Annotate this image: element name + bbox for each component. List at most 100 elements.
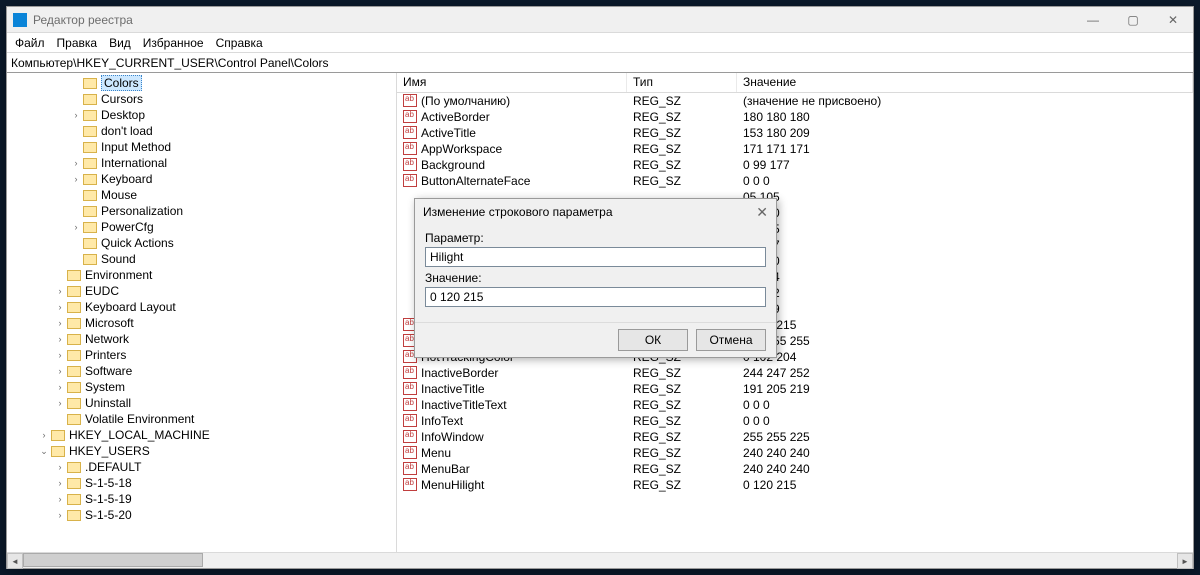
list-row[interactable]: InactiveTitleREG_SZ191 205 219 bbox=[397, 381, 1193, 397]
tree-item[interactable]: ›S-1-5-20 bbox=[7, 507, 396, 523]
list-row[interactable]: ActiveTitleREG_SZ153 180 209 bbox=[397, 125, 1193, 141]
list-row[interactable]: InfoTextREG_SZ0 0 0 bbox=[397, 413, 1193, 429]
chevron-icon[interactable]: › bbox=[55, 462, 65, 472]
scroll-left-icon[interactable]: ◄ bbox=[7, 553, 23, 569]
col-name[interactable]: Имя bbox=[397, 73, 627, 92]
list-row[interactable]: ActiveBorderREG_SZ180 180 180 bbox=[397, 109, 1193, 125]
ok-button[interactable]: ОК bbox=[618, 329, 688, 351]
chevron-icon[interactable]: › bbox=[55, 382, 65, 392]
scroll-thumb[interactable] bbox=[23, 553, 203, 567]
menu-Справка[interactable]: Справка bbox=[216, 36, 263, 50]
cell-type: REG_SZ bbox=[627, 174, 737, 188]
maximize-button[interactable]: ▢ bbox=[1113, 7, 1153, 33]
tree-item[interactable]: don't load bbox=[7, 123, 396, 139]
scroll-track[interactable] bbox=[23, 553, 1177, 568]
cell-type: REG_SZ bbox=[627, 478, 737, 492]
chevron-icon[interactable]: › bbox=[55, 318, 65, 328]
list-row[interactable]: InactiveBorderREG_SZ244 247 252 bbox=[397, 365, 1193, 381]
folder-icon bbox=[67, 510, 81, 521]
menu-Вид[interactable]: Вид bbox=[109, 36, 131, 50]
close-button[interactable]: ✕ bbox=[1153, 7, 1193, 33]
chevron-icon[interactable]: › bbox=[71, 158, 81, 168]
tree-item[interactable]: ›HKEY_LOCAL_MACHINE bbox=[7, 427, 396, 443]
chevron-icon[interactable]: › bbox=[55, 286, 65, 296]
chevron-icon[interactable]: › bbox=[55, 334, 65, 344]
tree-item[interactable]: Mouse bbox=[7, 187, 396, 203]
list-row[interactable]: ButtonAlternateFaceREG_SZ0 0 0 bbox=[397, 173, 1193, 189]
cell-value: (значение не присвоено) bbox=[737, 94, 1193, 108]
chevron-icon[interactable]: › bbox=[55, 302, 65, 312]
tree-item[interactable]: › PowerCfg bbox=[7, 219, 396, 235]
chevron-icon[interactable]: › bbox=[71, 222, 81, 232]
tree-item[interactable]: Input Method bbox=[7, 139, 396, 155]
tree-item[interactable]: ›International bbox=[7, 155, 396, 171]
folder-icon bbox=[83, 158, 97, 169]
tree-item[interactable]: Sound bbox=[7, 251, 396, 267]
tree-item[interactable]: Volatile Environment bbox=[7, 411, 396, 427]
tree-label: HKEY_USERS bbox=[69, 444, 150, 458]
folder-icon bbox=[67, 286, 81, 297]
tree-item[interactable]: Quick Actions bbox=[7, 235, 396, 251]
cancel-button[interactable]: Отмена bbox=[696, 329, 766, 351]
tree-item[interactable]: ›.DEFAULT bbox=[7, 459, 396, 475]
tree-item[interactable]: Colors bbox=[7, 75, 396, 91]
menu-Файл[interactable]: Файл bbox=[15, 36, 45, 50]
cell-name: AppWorkspace bbox=[421, 142, 502, 156]
tree-label: PowerCfg bbox=[101, 220, 154, 234]
cell-value: 0 120 215 bbox=[737, 478, 1193, 492]
address-bar[interactable]: Компьютер\HKEY_CURRENT_USER\Control Pane… bbox=[7, 53, 1193, 73]
scroll-right-icon[interactable]: ► bbox=[1177, 553, 1193, 569]
tree-item[interactable]: ›S-1-5-19 bbox=[7, 491, 396, 507]
cell-value: 60 160 bbox=[737, 254, 1193, 268]
list-row[interactable]: BackgroundREG_SZ0 99 177 bbox=[397, 157, 1193, 173]
chevron-icon[interactable]: › bbox=[55, 350, 65, 360]
tree-label: Sound bbox=[101, 252, 136, 266]
list-row[interactable]: MenuHilightREG_SZ0 120 215 bbox=[397, 477, 1193, 493]
chevron-icon[interactable]: › bbox=[71, 174, 81, 184]
string-icon bbox=[403, 414, 417, 427]
tree-item[interactable]: ›Printers bbox=[7, 347, 396, 363]
chevron-icon[interactable]: › bbox=[55, 494, 65, 504]
dialog-close-icon[interactable]: ✕ bbox=[756, 204, 768, 221]
list-row[interactable]: InfoWindowREG_SZ255 255 225 bbox=[397, 429, 1193, 445]
tree-item[interactable]: ›Software bbox=[7, 363, 396, 379]
col-type[interactable]: Тип bbox=[627, 73, 737, 92]
chevron-icon[interactable]: › bbox=[39, 430, 49, 440]
tree-item[interactable]: ›EUDC bbox=[7, 283, 396, 299]
chevron-icon[interactable]: › bbox=[71, 110, 81, 120]
list-row[interactable]: MenuBarREG_SZ240 240 240 bbox=[397, 461, 1193, 477]
menu-Правка[interactable]: Правка bbox=[57, 36, 98, 50]
list-row[interactable]: (По умолчанию)REG_SZ(значение не присвое… bbox=[397, 93, 1193, 109]
tree-item[interactable]: ›System bbox=[7, 379, 396, 395]
tree-item[interactable]: ›Uninstall bbox=[7, 395, 396, 411]
chevron-icon[interactable]: ⌄ bbox=[39, 446, 49, 457]
tree-item[interactable]: ›Keyboard Layout bbox=[7, 299, 396, 315]
tree-item[interactable]: ›Microsoft bbox=[7, 315, 396, 331]
param-input[interactable] bbox=[425, 247, 766, 267]
value-input[interactable] bbox=[425, 287, 766, 307]
tree-item[interactable]: ›S-1-5-18 bbox=[7, 475, 396, 491]
cell-value: 0 0 0 bbox=[737, 414, 1193, 428]
list-row[interactable]: InactiveTitleTextREG_SZ0 0 0 bbox=[397, 397, 1193, 413]
folder-icon bbox=[83, 142, 97, 153]
tree-item[interactable]: ⌄ HKEY_USERS bbox=[7, 443, 396, 459]
list-row[interactable]: AppWorkspaceREG_SZ171 171 171 bbox=[397, 141, 1193, 157]
col-value[interactable]: Значение bbox=[737, 73, 1193, 92]
horizontal-scrollbar[interactable]: ◄ ► bbox=[7, 552, 1193, 568]
tree-panel[interactable]: ColorsCursors›Desktopdon't loadInput Met… bbox=[7, 73, 397, 552]
chevron-icon[interactable]: › bbox=[55, 366, 65, 376]
folder-icon bbox=[51, 430, 65, 441]
tree-item[interactable]: Cursors bbox=[7, 91, 396, 107]
chevron-icon[interactable]: › bbox=[55, 478, 65, 488]
chevron-icon[interactable]: › bbox=[55, 510, 65, 520]
menu-Избранное[interactable]: Избранное bbox=[143, 36, 204, 50]
chevron-icon[interactable]: › bbox=[55, 398, 65, 408]
tree-item[interactable]: ›Network bbox=[7, 331, 396, 347]
cell-value: 09 109 bbox=[737, 302, 1193, 316]
tree-item[interactable]: Personalization bbox=[7, 203, 396, 219]
tree-item[interactable]: ›Keyboard bbox=[7, 171, 396, 187]
minimize-button[interactable]: — bbox=[1073, 7, 1113, 33]
tree-item[interactable]: ›Desktop bbox=[7, 107, 396, 123]
list-row[interactable]: MenuREG_SZ240 240 240 bbox=[397, 445, 1193, 461]
tree-item[interactable]: Environment bbox=[7, 267, 396, 283]
